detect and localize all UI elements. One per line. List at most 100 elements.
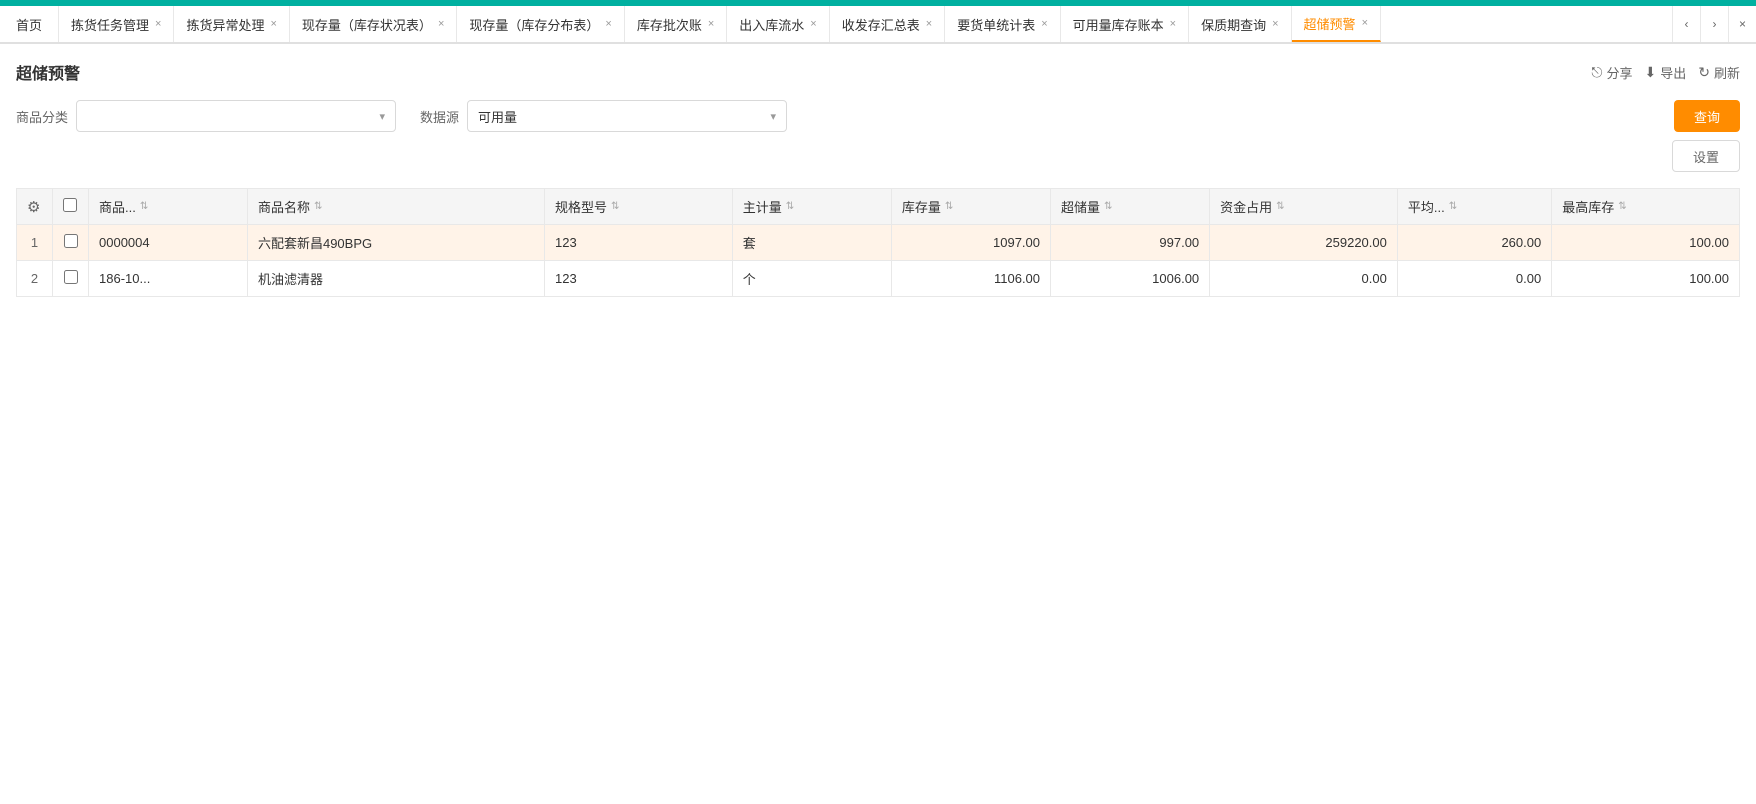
close-icon[interactable]: × [1041,18,1047,30]
tab-lhyc[interactable]: 拣货异常处理 × [174,6,289,42]
tab-bzcx[interactable]: 保质期查询 × [1189,6,1291,42]
row-stock: 1106.00 [891,261,1050,297]
datasource-filter-group: 数据源 可用量 ▾ [420,100,787,132]
nav-tabs-container: 首页 拣货任务管理 × 拣货异常处理 × 现存量（库存状况表） × 现存量（库存… [0,6,1756,44]
sort-icon: ⇅ [140,201,148,212]
export-icon: ⬇ [1645,64,1657,81]
chevron-down-icon: ▾ [379,110,385,123]
row-checkbox[interactable] [64,270,78,284]
row-checkbox-cell[interactable] [53,261,89,297]
page-title: 超储预警 [16,60,80,84]
nav-prev-arrow[interactable]: ‹ [1672,6,1700,44]
th-avg-label: 平均... [1408,197,1445,216]
nav-arrows: ‹ › × [1672,6,1756,44]
export-label: 导出 [1660,63,1686,82]
tab-label: 收发存汇总表 [842,15,920,34]
tab-label: 要货单统计表 [957,15,1035,34]
row-overflow: 997.00 [1051,225,1210,261]
sort-icon: ⇅ [1449,201,1457,212]
sort-icon: ⇅ [786,201,794,212]
th-code[interactable]: 商品... ⇅ [89,189,248,225]
datasource-label: 数据源 [420,107,459,126]
th-maxstock[interactable]: 最高库存 ⇅ [1552,189,1740,225]
th-checkbox[interactable] [53,189,89,225]
row-spec: 123 [545,225,733,261]
category-label: 商品分类 [16,107,68,126]
row-index: 2 [17,261,53,297]
refresh-label: 刷新 [1714,63,1740,82]
tab-sdhz[interactable]: 收发存汇总表 × [830,6,945,42]
row-code: 186-10... [89,261,248,297]
th-spec[interactable]: 规格型号 ⇅ [545,189,733,225]
query-button[interactable]: 查询 [1674,100,1740,132]
th-overflow-label: 超储量 [1061,197,1100,216]
table-header-row: ⚙ 商品... ⇅ 商品名称 ⇅ [17,189,1740,225]
th-avg[interactable]: 平均... ⇅ [1397,189,1551,225]
page-container: 超储预警 ⎋ 分享 ⬇ 导出 ↻ 刷新 商品分类 ▾ [0,44,1756,804]
nav-next-arrow[interactable]: › [1700,6,1728,44]
share-icon: ⎋ [1591,64,1602,81]
sort-icon: ⇅ [1618,201,1626,212]
th-overflow[interactable]: 超储量 ⇅ [1051,189,1210,225]
category-select[interactable]: ▾ [76,100,396,132]
close-icon[interactable]: × [1170,18,1176,30]
th-unit-label: 主计量 [743,197,782,216]
export-action[interactable]: ⬇ 导出 [1645,63,1687,82]
th-stock-label: 库存量 [902,197,941,216]
tab-ccyj[interactable]: 超储预警 × [1292,6,1381,42]
th-unit[interactable]: 主计量 ⇅ [732,189,891,225]
header-actions: ⎋ 分享 ⬇ 导出 ↻ 刷新 [1591,63,1740,82]
tab-crkls[interactable]: 出入库流水 × [727,6,829,42]
nav-home[interactable]: 首页 [0,6,59,42]
th-stock[interactable]: 库存量 ⇅ [891,189,1050,225]
tab-kpz[interactable]: 库存批次账 × [625,6,727,42]
sort-icon: ⇅ [945,201,953,212]
th-gear[interactable]: ⚙ [17,189,53,225]
gear-icon[interactable]: ⚙ [27,199,40,216]
close-icon[interactable]: × [810,18,816,30]
datasource-value: 可用量 [478,107,517,126]
row-code: 0000004 [89,225,248,261]
tab-label: 出入库流水 [739,15,804,34]
refresh-action[interactable]: ↻ 刷新 [1698,63,1740,82]
sort-icon: ⇅ [314,201,322,212]
select-all-checkbox[interactable] [63,198,77,212]
close-icon[interactable]: × [438,18,444,30]
close-icon[interactable]: × [605,18,611,30]
category-filter-group: 商品分类 ▾ [16,100,396,132]
settings-button[interactable]: 设置 [1672,140,1740,172]
row-checkbox[interactable] [64,234,78,248]
row-name: 机油滤清器 [247,261,544,297]
th-name[interactable]: 商品名称 ⇅ [247,189,544,225]
tab-yhtj[interactable]: 要货单统计表 × [945,6,1060,42]
close-icon[interactable]: × [926,18,932,30]
share-label: 分享 [1606,63,1632,82]
th-maxstock-label: 最高库存 [1562,197,1614,216]
tab-label: 超储预警 [1304,14,1356,33]
chevron-down-icon: ▾ [771,110,777,123]
row-checkbox-cell[interactable] [53,225,89,261]
close-icon[interactable]: × [1272,18,1278,30]
close-icon[interactable]: × [1362,17,1368,29]
tab-kylkb[interactable]: 可用量库存账本 × [1061,6,1189,42]
tab-lhgl[interactable]: 拣货任务管理 × [59,6,174,42]
row-avg: 260.00 [1397,225,1551,261]
close-icon[interactable]: × [270,18,276,30]
nav-close-arrow[interactable]: × [1728,6,1756,44]
row-capital: 0.00 [1210,261,1398,297]
share-action[interactable]: ⎋ 分享 [1591,63,1632,82]
row-maxstock: 100.00 [1552,225,1740,261]
tab-xcfb[interactable]: 现存量（库存分布表） × [457,6,624,42]
row-unit: 个 [732,261,891,297]
tab-xczl[interactable]: 现存量（库存状况表） × [290,6,457,42]
tab-label: 现存量（库存状况表） [302,15,432,34]
table-row: 2 186-10... 机油滤清器 123 个 1106.00 1006.00 … [17,261,1740,297]
row-stock: 1097.00 [891,225,1050,261]
page-header: 超储预警 ⎋ 分享 ⬇ 导出 ↻ 刷新 [16,60,1740,84]
th-code-label: 商品... [99,197,136,216]
datasource-select[interactable]: 可用量 ▾ [467,100,787,132]
row-spec: 123 [545,261,733,297]
th-capital[interactable]: 资金占用 ⇅ [1210,189,1398,225]
close-icon[interactable]: × [155,18,161,30]
close-icon[interactable]: × [708,18,714,30]
